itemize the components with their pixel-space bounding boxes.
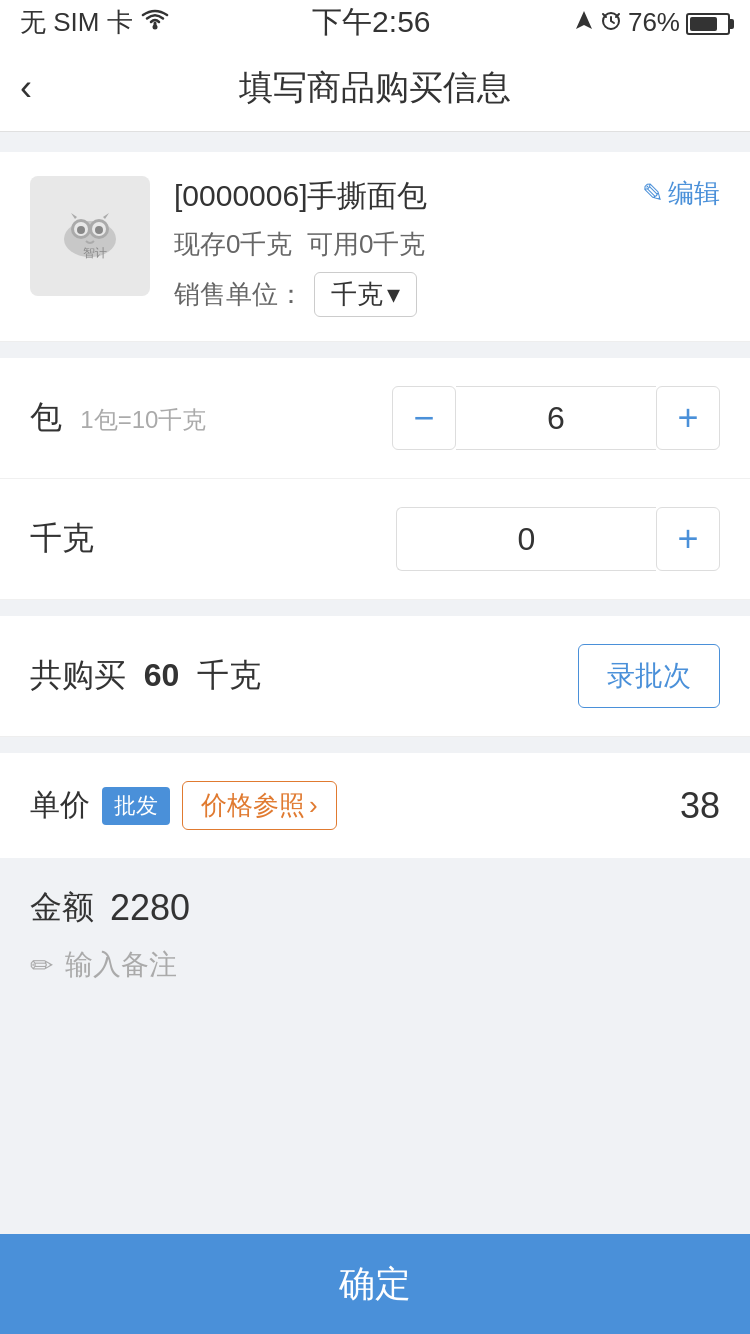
qty-plus-kg[interactable]: + bbox=[656, 507, 720, 571]
price-row: 单价 批发 价格参照 › 38 bbox=[30, 781, 720, 830]
product-info: [0000006]手撕面包 现存0千克 可用0千克 销售单位： 千克 ▾ bbox=[174, 176, 618, 317]
batch-badge: 批发 bbox=[102, 787, 170, 825]
product-stock: 现存0千克 可用0千克 bbox=[174, 227, 618, 262]
svg-point-0 bbox=[152, 24, 157, 29]
amount-label: 金额 bbox=[30, 886, 94, 930]
qty-control-bao: − + bbox=[392, 386, 720, 450]
confirm-button-label: 确定 bbox=[339, 1260, 411, 1309]
record-batch-button[interactable]: 录批次 bbox=[578, 644, 720, 708]
qty-label-bao: 包 1包=10千克 bbox=[30, 396, 206, 440]
status-time: 下午2:56 bbox=[312, 2, 430, 43]
amount-value: 2280 bbox=[110, 887, 190, 929]
qty-row-bao: 包 1包=10千克 − + bbox=[0, 358, 750, 479]
product-image: 智计 bbox=[30, 176, 150, 296]
status-left: 无 SIM 卡 bbox=[20, 5, 169, 40]
price-value: 38 bbox=[680, 785, 720, 827]
qty-row-kg: 千克 + bbox=[0, 479, 750, 600]
remark-icon: ✏ bbox=[30, 949, 53, 982]
qty-minus-bao[interactable]: − bbox=[392, 386, 456, 450]
product-name: [0000006]手撕面包 bbox=[174, 176, 618, 217]
price-section: 单价 批发 价格参照 › 38 bbox=[0, 753, 750, 858]
product-unit: 销售单位： 千克 ▾ bbox=[174, 272, 618, 317]
svg-point-8 bbox=[95, 226, 103, 234]
total-section: 共购买 60 千克 录批次 bbox=[0, 616, 750, 737]
battery-icon bbox=[686, 7, 730, 38]
chevron-down-icon: ▾ bbox=[387, 279, 400, 310]
qty-control-kg: + bbox=[396, 507, 720, 571]
confirm-button-wrapper[interactable]: 确定 bbox=[0, 1234, 750, 1334]
status-right: 76% bbox=[574, 7, 730, 38]
svg-point-7 bbox=[77, 226, 85, 234]
amount-row: 金额 2280 bbox=[30, 886, 720, 930]
edit-icon: ✎ bbox=[642, 178, 664, 209]
nav-bar: ‹ 填写商品购买信息 bbox=[0, 44, 750, 132]
unit-select[interactable]: 千克 ▾ bbox=[314, 272, 417, 317]
qty-plus-bao[interactable]: + bbox=[656, 386, 720, 450]
qty-label-kg: 千克 bbox=[30, 517, 94, 561]
price-label: 单价 bbox=[30, 785, 90, 826]
total-label: 共购买 60 千克 bbox=[30, 654, 261, 698]
remark-row[interactable]: ✏ 输入备注 bbox=[30, 946, 720, 984]
battery-percent: 76% bbox=[628, 7, 680, 38]
page-title: 填写商品购买信息 bbox=[239, 65, 511, 111]
back-button[interactable]: ‹ bbox=[20, 67, 32, 109]
edit-button[interactable]: ✎ 编辑 bbox=[642, 176, 720, 211]
price-ref-button[interactable]: 价格参照 › bbox=[182, 781, 337, 830]
product-card: 智计 [0000006]手撕面包 现存0千克 可用0千克 销售单位： 千克 ▾ … bbox=[0, 152, 750, 342]
status-bar: 无 SIM 卡 下午2:56 76% bbox=[0, 0, 750, 44]
wifi-icon bbox=[141, 7, 169, 38]
total-amount: 60 bbox=[144, 657, 180, 693]
alarm-icon bbox=[600, 7, 622, 38]
quantity-section: 包 1包=10千克 − + 千克 + bbox=[0, 358, 750, 600]
amount-section: 金额 2280 ✏ 输入备注 bbox=[0, 858, 750, 1004]
carrier-text: 无 SIM 卡 bbox=[20, 5, 133, 40]
remark-placeholder: 输入备注 bbox=[65, 946, 177, 984]
chevron-right-icon: › bbox=[309, 790, 318, 821]
location-icon bbox=[574, 7, 594, 38]
product-logo: 智计 bbox=[55, 201, 125, 272]
svg-text:智计: 智计 bbox=[83, 246, 107, 260]
qty-input-bao[interactable] bbox=[456, 386, 656, 450]
qty-input-kg[interactable] bbox=[396, 507, 656, 571]
